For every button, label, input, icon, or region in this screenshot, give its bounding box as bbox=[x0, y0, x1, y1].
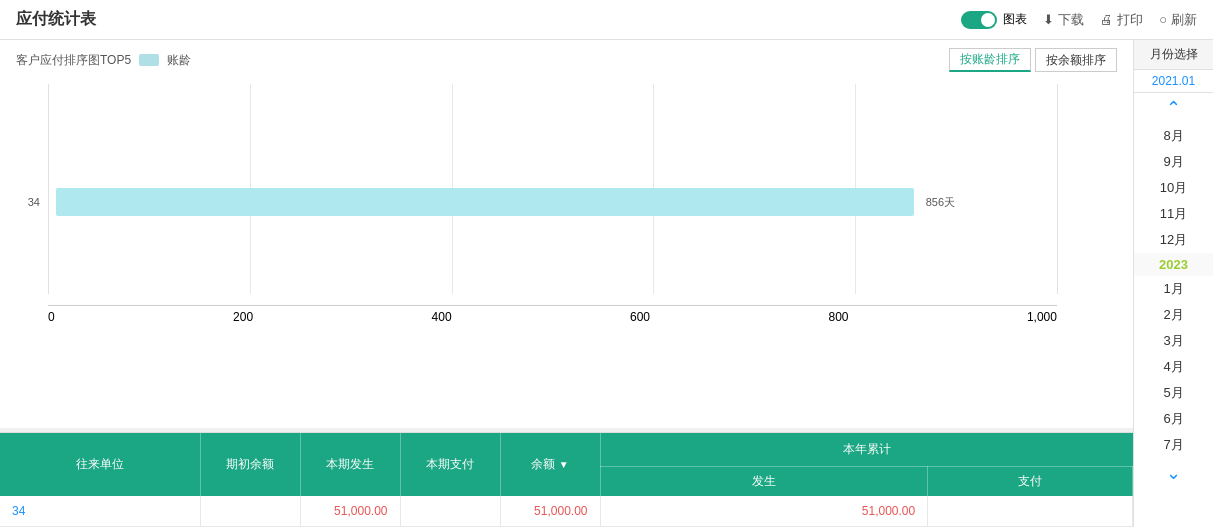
month-item-2[interactable]: 2月 bbox=[1134, 302, 1213, 328]
chart-legend-label: 客户应付排序图TOP5 bbox=[16, 52, 131, 69]
chart-section: 客户应付排序图TOP5 账龄 按账龄排序 按余额排序 bbox=[0, 40, 1133, 527]
download-label: 下载 bbox=[1058, 11, 1084, 29]
app-header: 应付统计表 图表 ⬇ 下载 🖨 打印 ○ 刷新 bbox=[0, 0, 1213, 40]
th-ytd: 本年累计 bbox=[600, 433, 1133, 467]
month-item-6[interactable]: 6月 bbox=[1134, 406, 1213, 432]
th-ytd-pay: 支付 bbox=[928, 467, 1133, 497]
x-label-400: 400 bbox=[432, 310, 452, 324]
month-item-9[interactable]: 9月 bbox=[1134, 149, 1213, 175]
legend-color-box bbox=[139, 54, 159, 66]
chart-toggle-wrapper[interactable]: 图表 bbox=[961, 11, 1027, 29]
download-button[interactable]: ⬇ 下载 bbox=[1043, 11, 1084, 29]
month-item-1[interactable]: 1月 bbox=[1134, 276, 1213, 302]
unit-link[interactable]: 34 bbox=[12, 504, 25, 518]
sidebar-current-date: 2021.01 bbox=[1134, 70, 1213, 93]
refresh-label: 刷新 bbox=[1171, 11, 1197, 29]
table-wrapper: 往来单位 期初余额 本期发生 本期支付 余额 ▼ 本年累计 bbox=[0, 433, 1133, 527]
sidebar-nav: ⌃ 8月 9月 10月 11月 12月 2023 1月 2月 3月 4月 5月 … bbox=[1134, 93, 1213, 527]
month-item-5[interactable]: 5月 bbox=[1134, 380, 1213, 406]
year-label-2023: 2023 bbox=[1134, 253, 1213, 276]
sidebar-header: 月份选择 bbox=[1134, 40, 1213, 70]
print-icon: 🖨 bbox=[1100, 12, 1113, 27]
chevron-down-icon: ⌄ bbox=[1166, 462, 1181, 484]
cell-opening bbox=[200, 496, 300, 527]
sort-by-age-button[interactable]: 按账龄排序 bbox=[949, 48, 1031, 72]
chart-header: 客户应付排序图TOP5 账龄 按账龄排序 按余额排序 bbox=[0, 40, 1133, 76]
th-unit: 往来单位 bbox=[0, 433, 200, 496]
header-actions: 图表 ⬇ 下载 🖨 打印 ○ 刷新 bbox=[961, 11, 1197, 29]
cell-balance: 51,000.00 bbox=[500, 496, 600, 527]
x-label-0: 0 bbox=[48, 310, 55, 324]
x-label-800: 800 bbox=[828, 310, 848, 324]
data-table: 往来单位 期初余额 本期发生 本期支付 余额 ▼ 本年累计 bbox=[0, 433, 1133, 527]
chart-toggle-label: 图表 bbox=[1003, 11, 1027, 28]
x-label-600: 600 bbox=[630, 310, 650, 324]
table-row: 34 51,000.00 51,000.00 51,000.00 bbox=[0, 496, 1133, 527]
content-area: 客户应付排序图TOP5 账龄 按账龄排序 按余额排序 bbox=[0, 40, 1213, 527]
month-item-8[interactable]: 8月 bbox=[1134, 123, 1213, 149]
chart-body: 34 856天 0 200 400 600 800 1,000 bbox=[0, 76, 1133, 428]
cell-ytd-occur: 51,000.00 bbox=[600, 496, 928, 527]
print-button[interactable]: 🖨 打印 bbox=[1100, 11, 1143, 29]
chevron-up-icon: ⌃ bbox=[1166, 97, 1181, 119]
table-section: 往来单位 期初余额 本期发生 本期支付 余额 ▼ 本年累计 bbox=[0, 432, 1133, 527]
cell-ytd-pay bbox=[928, 496, 1133, 527]
th-current-occur: 本期发生 bbox=[300, 433, 400, 496]
x-axis: 0 200 400 600 800 1,000 bbox=[48, 305, 1057, 324]
month-item-4[interactable]: 4月 bbox=[1134, 354, 1213, 380]
bar-label-34: 34 bbox=[10, 196, 40, 208]
month-item-10[interactable]: 10月 bbox=[1134, 175, 1213, 201]
th-balance: 余额 ▼ bbox=[500, 433, 600, 496]
bar-end-label-34: 856天 bbox=[926, 195, 955, 210]
refresh-button[interactable]: ○ 刷新 bbox=[1159, 11, 1197, 29]
cell-current-pay bbox=[400, 496, 500, 527]
month-item-11[interactable]: 11月 bbox=[1134, 201, 1213, 227]
month-list: 8月 9月 10月 11月 12月 2023 1月 2月 3月 4月 5月 6月… bbox=[1134, 123, 1213, 458]
bar-row-34: 34 856天 bbox=[48, 188, 1057, 216]
chart-toggle[interactable] bbox=[961, 11, 997, 29]
month-item-7[interactable]: 7月 bbox=[1134, 432, 1213, 458]
nav-up-button[interactable]: ⌃ bbox=[1134, 93, 1213, 123]
download-icon: ⬇ bbox=[1043, 12, 1054, 27]
x-label-200: 200 bbox=[233, 310, 253, 324]
table-header-row: 往来单位 期初余额 本期发生 本期支付 余额 ▼ 本年累计 bbox=[0, 433, 1133, 467]
cell-unit[interactable]: 34 bbox=[0, 496, 200, 527]
th-opening: 期初余额 bbox=[200, 433, 300, 496]
print-label: 打印 bbox=[1117, 11, 1143, 29]
month-item-3[interactable]: 3月 bbox=[1134, 328, 1213, 354]
page-title: 应付统计表 bbox=[16, 9, 96, 30]
th-ytd-occur: 发生 bbox=[600, 467, 928, 497]
month-item-12[interactable]: 12月 bbox=[1134, 227, 1213, 253]
nav-down-button[interactable]: ⌄ bbox=[1134, 458, 1213, 488]
x-label-1000: 1,000 bbox=[1027, 310, 1057, 324]
chart-legend: 客户应付排序图TOP5 账龄 bbox=[16, 52, 191, 69]
sidebar: 月份选择 2021.01 ⌃ 8月 9月 10月 11月 12月 2023 1月… bbox=[1133, 40, 1213, 527]
legend-color-label: 账龄 bbox=[167, 52, 191, 69]
bar-fill-34 bbox=[56, 188, 914, 216]
sort-by-balance-button[interactable]: 按余额排序 bbox=[1035, 48, 1117, 72]
refresh-icon: ○ bbox=[1159, 12, 1167, 27]
th-current-pay: 本期支付 bbox=[400, 433, 500, 496]
cell-current-occur: 51,000.00 bbox=[300, 496, 400, 527]
chart-sort-buttons: 按账龄排序 按余额排序 bbox=[949, 48, 1117, 72]
